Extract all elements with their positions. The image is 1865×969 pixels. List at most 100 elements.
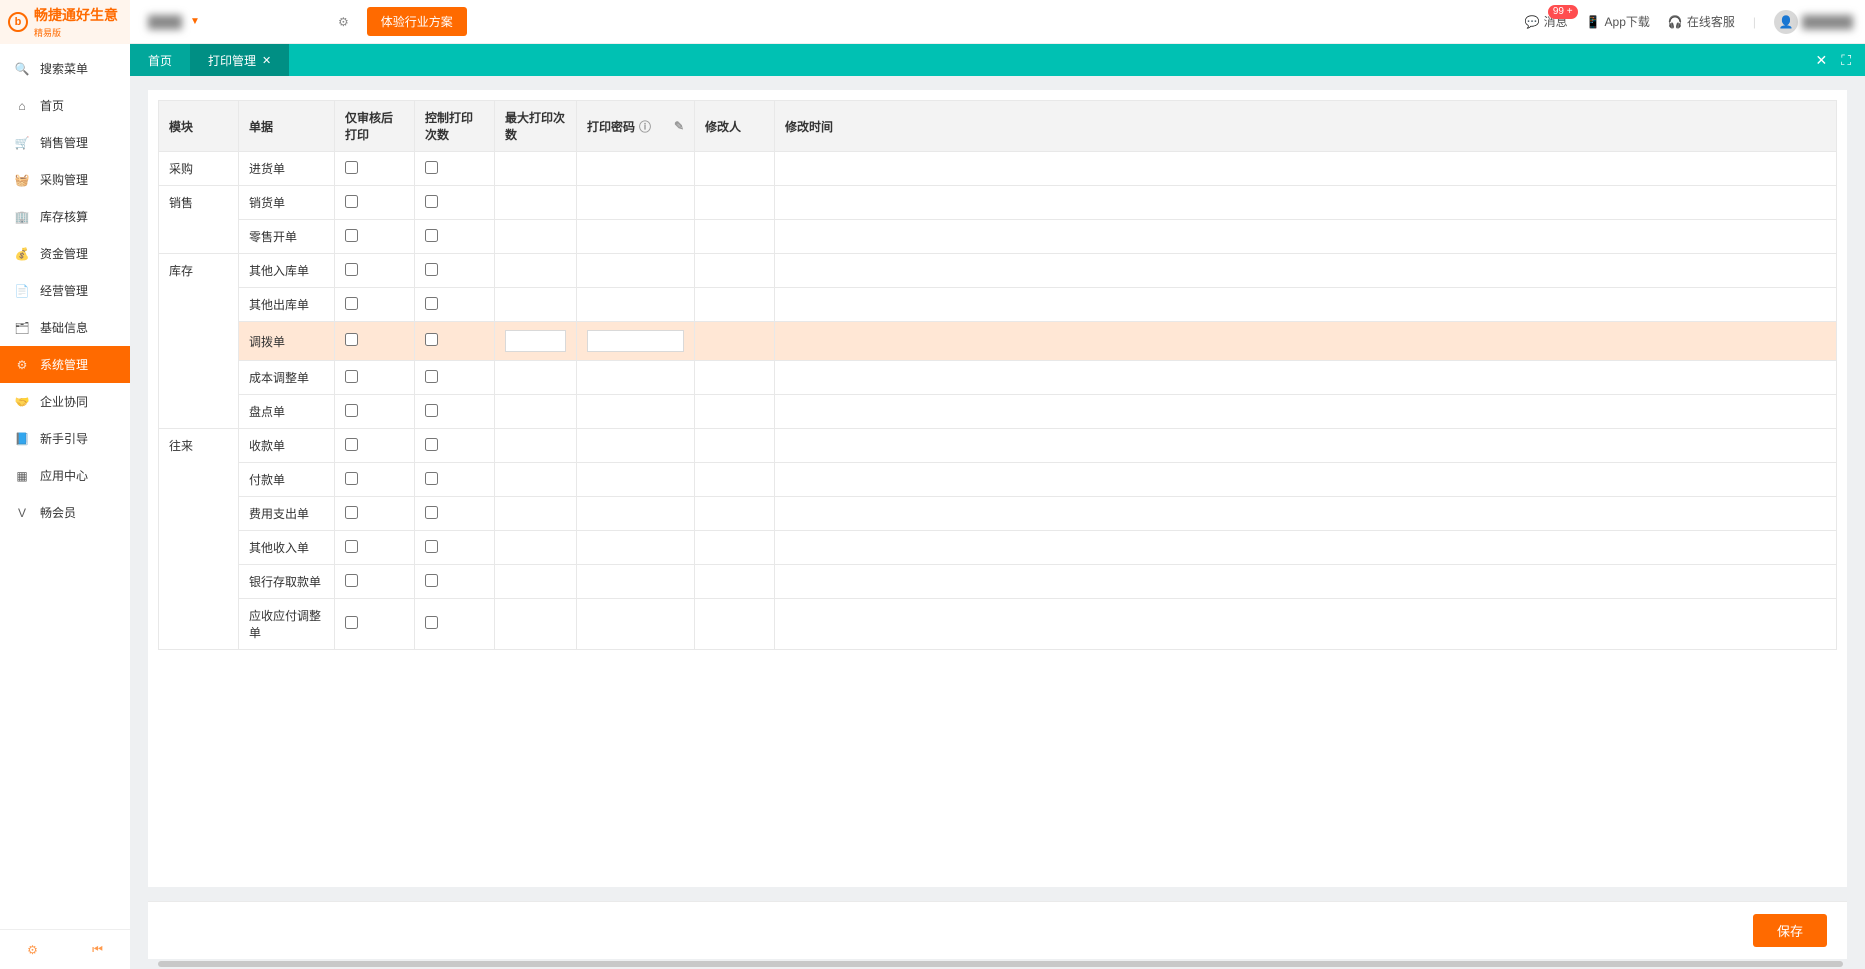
- sidebar-item-sales[interactable]: 🛒销售管理: [0, 124, 130, 161]
- org-selector[interactable]: ████ ▼: [148, 15, 328, 29]
- user-menu[interactable]: 👤 ██████: [1774, 10, 1853, 34]
- gear-icon[interactable]: ⚙: [338, 15, 349, 29]
- audit-only-checkbox[interactable]: [345, 472, 358, 485]
- ctrl-count-checkbox[interactable]: [425, 404, 438, 417]
- sidebar-item-label: 库存核算: [40, 208, 88, 225]
- sidebar-item-collab[interactable]: 🤝企业协同: [0, 383, 130, 420]
- app-download-button[interactable]: 📱 App下载: [1586, 13, 1650, 30]
- sidebar-item-basic[interactable]: 🗂基础信息: [0, 309, 130, 346]
- sidebar-item-system[interactable]: ⚙系统管理: [0, 346, 130, 383]
- ctrl-count-checkbox[interactable]: [425, 540, 438, 553]
- audit-only-checkbox[interactable]: [345, 263, 358, 276]
- tab-print-manage[interactable]: 打印管理 ✕: [190, 44, 289, 76]
- footer-bar: 保存: [148, 901, 1847, 959]
- cell-password: [577, 322, 695, 361]
- password-input[interactable]: [587, 330, 684, 352]
- audit-only-checkbox[interactable]: [345, 297, 358, 310]
- chevron-down-icon: ▼: [190, 16, 200, 27]
- ctrl-count-checkbox[interactable]: [425, 506, 438, 519]
- cell-ctrl-count: [415, 288, 495, 322]
- save-button[interactable]: 保存: [1753, 914, 1827, 947]
- ctrl-count-checkbox[interactable]: [425, 574, 438, 587]
- ctrl-count-checkbox[interactable]: [425, 229, 438, 242]
- audit-only-checkbox[interactable]: [345, 161, 358, 174]
- online-service-button[interactable]: 🎧 在线客服: [1668, 13, 1735, 30]
- audit-only-checkbox[interactable]: [345, 229, 358, 242]
- audit-only-checkbox[interactable]: [345, 404, 358, 417]
- collapse-icon[interactable]: ⏮: [92, 942, 103, 957]
- sidebar-item-home[interactable]: ⌂首页: [0, 87, 130, 124]
- cell-modify-time: [775, 395, 1837, 429]
- messages-button[interactable]: 💬 消息 99 +: [1525, 13, 1568, 30]
- sidebar-item-guide[interactable]: 📘新手引导: [0, 420, 130, 457]
- sidebar-icon: ⚙: [14, 358, 30, 372]
- app-download-label: App下载: [1605, 13, 1650, 30]
- sidebar-item-inventory[interactable]: 🏢 库存核算: [0, 198, 130, 235]
- audit-only-checkbox[interactable]: [345, 370, 358, 383]
- cell-doc: 盘点单: [239, 395, 335, 429]
- audit-only-checkbox[interactable]: [345, 574, 358, 587]
- cell-module: 库存: [159, 254, 239, 429]
- sidebar-item-label: 应用中心: [40, 467, 88, 484]
- cell-max-count: [495, 361, 577, 395]
- ctrl-count-checkbox[interactable]: [425, 472, 438, 485]
- fullscreen-icon[interactable]: ⛶: [1841, 52, 1851, 69]
- audit-only-checkbox[interactable]: [345, 506, 358, 519]
- cell-modifier: [695, 463, 775, 497]
- cell-audit-only: [335, 186, 415, 220]
- table-row: 银行存取款单: [159, 565, 1837, 599]
- headset-icon: 🎧: [1668, 15, 1683, 29]
- tabs-close-all-icon[interactable]: ✕: [1815, 52, 1827, 69]
- cell-doc: 付款单: [239, 463, 335, 497]
- cell-audit-only: [335, 531, 415, 565]
- promo-button[interactable]: 体验行业方案: [367, 7, 467, 36]
- ctrl-count-checkbox[interactable]: [425, 616, 438, 629]
- ctrl-count-checkbox[interactable]: [425, 297, 438, 310]
- ctrl-count-checkbox[interactable]: [425, 263, 438, 276]
- sidebar-icon: 🏢: [14, 210, 30, 224]
- audit-only-checkbox[interactable]: [345, 616, 358, 629]
- close-icon[interactable]: ✕: [262, 54, 271, 67]
- audit-only-checkbox[interactable]: [345, 540, 358, 553]
- info-icon[interactable]: ⓘ: [639, 118, 651, 135]
- settings-icon[interactable]: ⚙: [27, 943, 38, 957]
- sidebar-item-member[interactable]: V畅会员: [0, 494, 130, 531]
- audit-only-checkbox[interactable]: [345, 438, 358, 451]
- sidebar-icon: ▦: [14, 469, 30, 483]
- cell-max-count: [495, 220, 577, 254]
- th-password-label: 打印密码: [587, 118, 635, 135]
- sidebar-item-funds[interactable]: 💰资金管理: [0, 235, 130, 272]
- sidebar-item-apps[interactable]: ▦ 应用中心: [0, 457, 130, 494]
- cell-audit-only: [335, 599, 415, 650]
- cell-audit-only: [335, 288, 415, 322]
- th-modifier: 修改人: [695, 101, 775, 152]
- cell-modify-time: [775, 152, 1837, 186]
- cell-max-count: [495, 288, 577, 322]
- cell-audit-only: [335, 565, 415, 599]
- max-count-input[interactable]: [505, 330, 566, 352]
- cell-modifier: [695, 254, 775, 288]
- horizontal-scrollbar[interactable]: [148, 959, 1847, 969]
- sidebar-item-label: 新手引导: [40, 430, 88, 447]
- cell-password: [577, 599, 695, 650]
- cell-max-count: [495, 497, 577, 531]
- ctrl-count-checkbox[interactable]: [425, 370, 438, 383]
- tab-home[interactable]: 首页: [130, 44, 190, 76]
- cell-max-count: [495, 152, 577, 186]
- cell-max-count: [495, 254, 577, 288]
- table-row: 付款单: [159, 463, 1837, 497]
- cell-doc: 费用支出单: [239, 497, 335, 531]
- sidebar-item-purchase[interactable]: 🧺采购管理: [0, 161, 130, 198]
- th-password: 打印密码 ⓘ ✎: [577, 101, 695, 152]
- ctrl-count-checkbox[interactable]: [425, 333, 438, 346]
- sidebar-item-label: 销售管理: [40, 134, 88, 151]
- ctrl-count-checkbox[interactable]: [425, 161, 438, 174]
- ctrl-count-checkbox[interactable]: [425, 195, 438, 208]
- audit-only-checkbox[interactable]: [345, 333, 358, 346]
- sidebar-item-operate[interactable]: 📄经营管理: [0, 272, 130, 309]
- sidebar-item-search[interactable]: 🔍搜索菜单: [0, 50, 130, 87]
- audit-only-checkbox[interactable]: [345, 195, 358, 208]
- ctrl-count-checkbox[interactable]: [425, 438, 438, 451]
- content: 模块 单据 仅审核后打印 控制打印次数 最大打印次数 打印密码 ⓘ ✎: [130, 76, 1865, 969]
- edit-icon[interactable]: ✎: [674, 119, 684, 133]
